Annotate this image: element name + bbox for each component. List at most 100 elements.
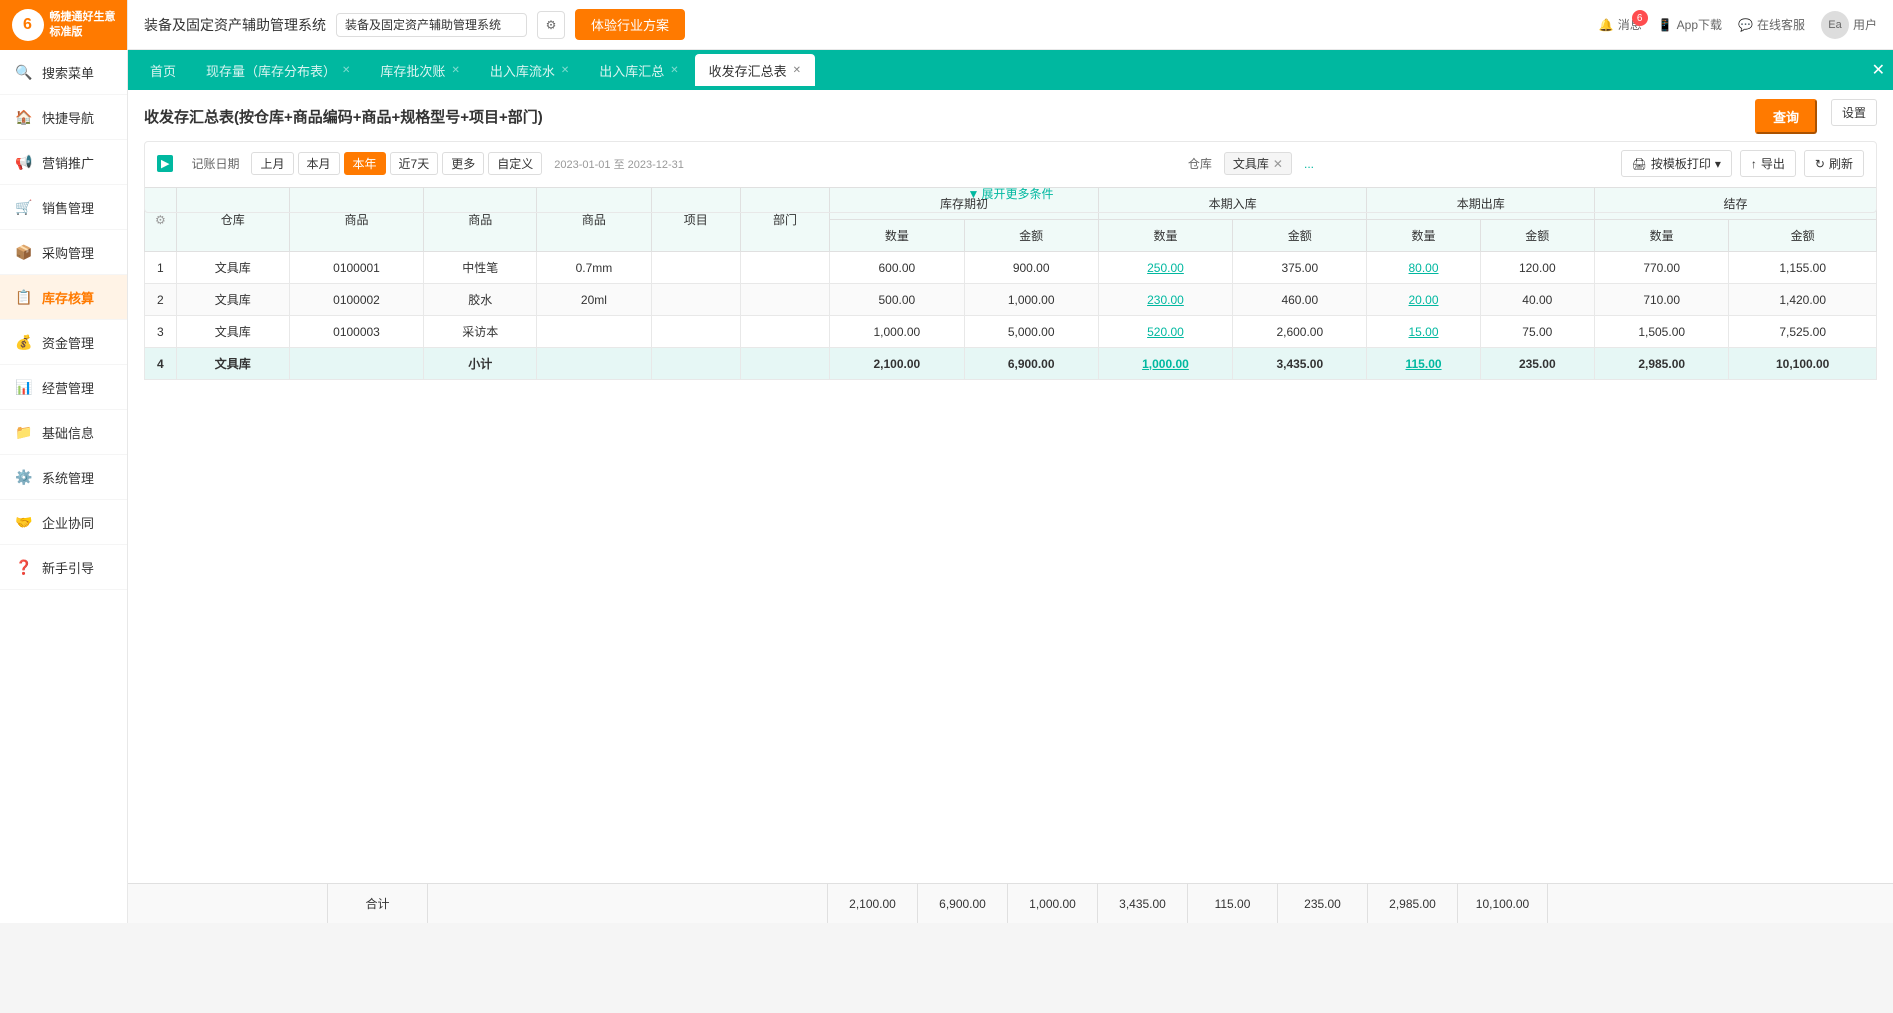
expand-more-btn[interactable]: ▼ 展开更多条件 [968,185,1054,202]
date-btn-7days[interactable]: 近7天 [390,152,439,175]
warehouse-tag-remove[interactable]: ✕ [1273,157,1283,171]
operations-icon: 📊 [14,377,34,397]
system-select[interactable]: 装备及固定资产辅助管理系统 [336,13,527,37]
sidebar-label-sales: 销售管理 [42,198,94,217]
tab-inout_flow[interactable]: 出入库流水 ✕ [476,54,583,86]
tab-close-recv_send_summary[interactable]: ✕ [793,65,801,76]
row-bal-qty: 2,985.00 [1595,348,1729,380]
row-open-qty: 500.00 [830,284,964,316]
row-code: 0100002 [289,284,423,316]
tab-close-inout_summary[interactable]: ✕ [670,65,678,76]
tab-label-inout_flow: 出入库流水 [490,61,555,80]
footer-out-qty: 115.00 [1188,884,1278,923]
sidebar-item-search[interactable]: 🔍搜索菜单 [0,50,127,95]
sidebar-item-marketing[interactable]: 📢营销推广 [0,140,127,185]
row-in-amt: 2,600.00 [1233,316,1367,348]
row-project [651,252,740,284]
row-out-amt: 235.00 [1480,348,1594,380]
online-service-btn[interactable]: 💬 在线客服 [1738,16,1805,33]
col-in-amt: 金额 [1233,220,1367,252]
footer-in-qty: 1,000.00 [1008,884,1098,923]
tab-home[interactable]: 首页 [136,54,190,86]
user-btn[interactable]: Ea 用户 [1821,11,1877,39]
row-out-amt: 120.00 [1480,252,1594,284]
export-btn[interactable]: ↑ 导出 [1740,150,1796,177]
expand-filter-icon[interactable]: ▶ [157,155,173,172]
row-open-amt: 6,900.00 [964,348,1098,380]
out-qty-link[interactable]: 15.00 [1409,325,1439,339]
table-body: 1 文具库 0100001 中性笔 0.7mm 600.00 900.00 25… [145,252,1877,380]
col-settings-icon[interactable]: ⚙ [155,213,166,227]
sidebar-item-assets[interactable]: 💰资金管理 [0,320,127,365]
sidebar-item-sales[interactable]: 🛒 销售管理 [0,185,127,230]
row-bal-amt: 10,100.00 [1729,348,1877,380]
sidebar-item-quick_nav[interactable]: 🏠 快捷导航 [0,95,127,140]
row-project [651,348,740,380]
expand-arrow-icon: ▼ [968,187,980,201]
row-dept [740,348,829,380]
settings-gear-btn[interactable]: ⚙ [537,11,565,39]
in-qty-link[interactable]: 250.00 [1147,261,1184,275]
footer-label: 合计 [328,884,428,923]
print-btn[interactable]: 🖨 按模板打印 ▾ [1621,150,1732,177]
app-download-btn[interactable]: 📱 App下载 [1658,16,1722,33]
quick_nav-icon: 🏠 [14,107,34,127]
sidebar-item-purchase[interactable]: 📦采购管理 [0,230,127,275]
in-qty-link[interactable]: 230.00 [1147,293,1184,307]
date-btn-this-year[interactable]: 本年 [344,152,386,175]
row-out-qty: 80.00 [1367,252,1480,284]
sidebar-item-operations[interactable]: 📊经营管理 [0,365,127,410]
out-qty-link[interactable]: 80.00 [1409,261,1439,275]
out-qty-link[interactable]: 115.00 [1406,357,1442,371]
in-qty-link[interactable]: 1,000.00 [1142,357,1189,371]
row-project [651,316,740,348]
tab-close-batch_account[interactable]: ✕ [451,65,459,76]
sidebar-label-purchase: 采购管理 [42,243,94,262]
sidebar-item-system[interactable]: ⚙️系统管理 [0,455,127,500]
tab-label-recv_send_summary: 收发存汇总表 [709,61,787,80]
tab-inventory_dist[interactable]: 现存量（库存分布表）✕ [192,54,364,86]
sidebar-item-inventory[interactable]: 📋库存核算 [0,275,127,320]
tab-close-inout_flow[interactable]: ✕ [561,65,569,76]
row-name: 小计 [424,348,537,380]
row-dept [740,252,829,284]
row-index: 4 [145,348,177,380]
refresh-btn[interactable]: ↻ 刷新 [1804,150,1864,177]
row-open-qty: 2,100.00 [830,348,964,380]
system-name: 装备及固定资产辅助管理系统 [144,15,326,35]
in-qty-link[interactable]: 520.00 [1147,325,1184,339]
date-filter-label: 记账日期 [191,155,239,172]
warehouse-more-btn[interactable]: ... [1304,157,1314,171]
bell-icon: 🔔 [1599,18,1614,32]
col-out-amt: 金额 [1480,220,1594,252]
sidebar-item-base_info[interactable]: 📁基础信息 [0,410,127,455]
sidebar-item-guide[interactable]: ❓新手引导 [0,545,127,590]
col-open-amt: 金额 [964,220,1098,252]
tab-inout_summary[interactable]: 出入库汇总✕ [585,54,692,86]
query-btn[interactable]: 查询 [1755,99,1817,134]
row-name: 胶水 [424,284,537,316]
date-btn-last-month[interactable]: 上月 [251,152,293,175]
sales-icon: 🛒 [14,197,34,217]
date-btn-more[interactable]: 更多 [442,152,484,175]
tab-close-inventory_dist[interactable]: ✕ [342,65,350,76]
message-btn[interactable]: 🔔 消息 6 [1599,16,1642,33]
date-btn-this-month[interactable]: 本月 [298,152,340,175]
setting-btn[interactable]: 设置 [1831,99,1877,126]
row-code: 0100001 [289,252,423,284]
filter-bar: ▶ 记账日期 上月 本月 本年 近7天 更多 自定义 2023-01-01 至 … [144,141,1877,213]
tabbar-close-btn[interactable]: ✕ [1872,60,1885,80]
filter-row-1: ▶ 记账日期 上月 本月 本年 近7天 更多 自定义 2023-01-01 至 … [157,152,1864,175]
col-in-qty: 数量 [1098,220,1232,252]
sidebar-label-quick_nav: 快捷导航 [42,108,94,127]
sidebar-item-enterprise[interactable]: 🤝企业协同 [0,500,127,545]
tab-recv_send_summary[interactable]: 收发存汇总表 ✕ [695,54,815,86]
row-warehouse: 文具库 [176,316,289,348]
out-qty-link[interactable]: 20.00 [1409,293,1439,307]
table-container: ⚙ 仓库 商品 商品 商品 项目 部门 库存期初 本期入库 本期出库 结存 数量… [144,187,1877,380]
tab-batch_account[interactable]: 库存批次账✕ [366,54,473,86]
row-warehouse: 文具库 [176,252,289,284]
trial-button[interactable]: 体验行业方案 [575,9,685,40]
row-name: 采访本 [424,316,537,348]
date-btn-custom[interactable]: 自定义 [488,152,542,175]
